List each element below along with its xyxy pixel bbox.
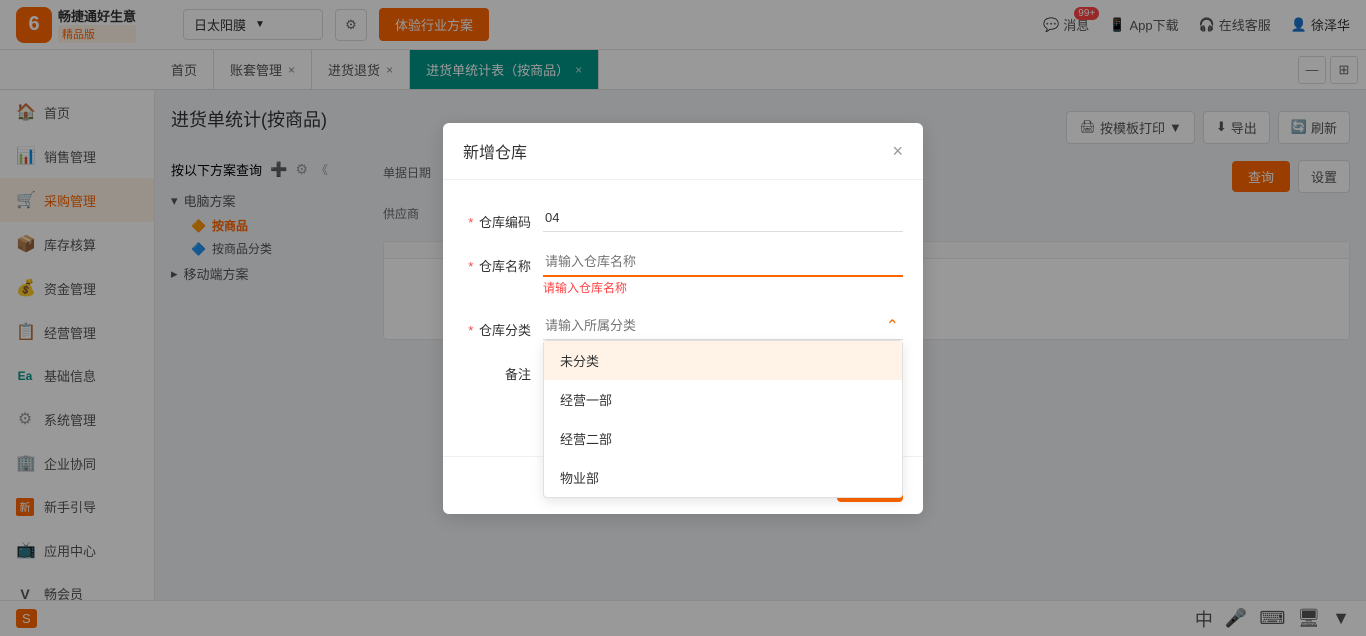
modal-header: 新增仓库 ×: [443, 123, 923, 180]
code-input[interactable]: [543, 204, 903, 232]
modal-close-button[interactable]: ×: [892, 142, 903, 160]
name-field-label: * 仓库名称: [463, 248, 543, 275]
required-star-name: *: [468, 259, 473, 274]
required-star-code: *: [468, 215, 473, 230]
note-field-label: 备注: [463, 356, 543, 383]
dropdown-item-unclassified[interactable]: 未分类: [544, 341, 902, 380]
modal-title: 新增仓库: [463, 139, 527, 163]
modal-body: * 仓库编码 * 仓库名称 请输入仓库名称: [443, 180, 923, 456]
dropdown-item-dept1[interactable]: 经营一部: [544, 380, 902, 419]
required-star-category: *: [468, 323, 473, 338]
category-input[interactable]: [543, 312, 903, 340]
code-field-label: * 仓库编码: [463, 204, 543, 231]
category-dropdown: 未分类 经营一部 经营二部 物业部: [543, 340, 903, 498]
dropdown-item-property[interactable]: 物业部: [544, 458, 902, 497]
code-field-row: * 仓库编码: [463, 204, 903, 232]
category-field-row: * 仓库分类 ⌃ 未分类 经营一部 经营二部 物业部: [463, 312, 903, 340]
category-select-container: ⌃: [543, 312, 903, 340]
name-error-message: 请输入仓库名称: [543, 279, 903, 296]
modal-overlay: 新增仓库 × * 仓库编码 * 仓库名称: [0, 0, 1366, 636]
name-field-row: * 仓库名称 请输入仓库名称: [463, 248, 903, 296]
add-warehouse-modal: 新增仓库 × * 仓库编码 * 仓库名称: [443, 123, 923, 514]
category-field-label: * 仓库分类: [463, 312, 543, 339]
dropdown-item-dept2[interactable]: 经营二部: [544, 419, 902, 458]
name-input[interactable]: [543, 248, 903, 277]
